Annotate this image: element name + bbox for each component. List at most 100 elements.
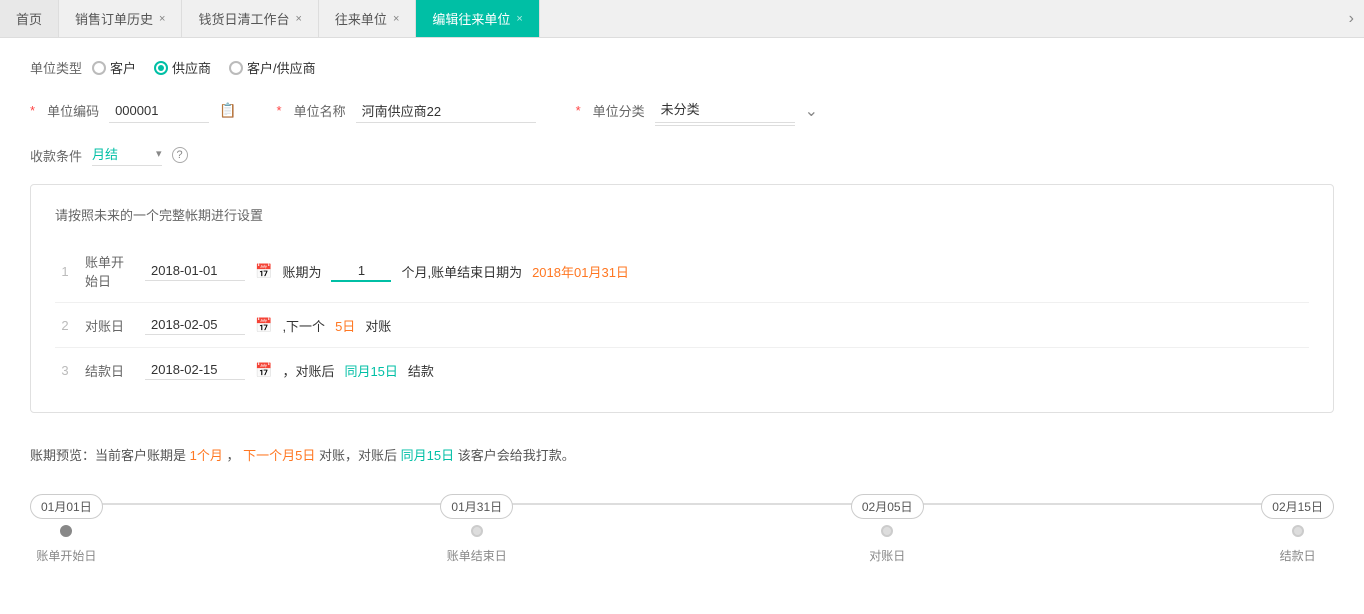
setting-row-3: 3 结款日 📅 ，对账后 同月15日 结款 (55, 348, 1309, 392)
radio-customer-circle (92, 61, 106, 75)
preview-part1-sep: ， (227, 448, 240, 463)
radio-both-label: 客户/供应商 (247, 58, 316, 77)
row-1-suffix: 账期为 (282, 262, 321, 281)
tab-sales-label: 销售订单历史 (75, 9, 153, 28)
preview-section: 账期预览：当前客户账期是 1个月 ， 下一个月5日 对账，对账后 同月15日 该… (30, 429, 1334, 594)
timeline-point-3: 02月15日 结款日 (1261, 494, 1334, 564)
preview-part3: 同月15日 (401, 448, 454, 463)
row-3-name: 结款日 (85, 361, 135, 380)
row-2-highlight: 5日 (335, 316, 355, 335)
radio-both-circle (229, 61, 243, 75)
row-1-highlight: 2018年01月31日 (532, 262, 629, 281)
timeline-badge-3: 02月15日 (1261, 494, 1334, 519)
unit-category-dropdown-icon[interactable]: ⌄ (805, 101, 818, 121)
row-3-highlight: 同月15日 (344, 361, 397, 380)
timeline-badge-0: 01月01日 (30, 494, 103, 519)
timeline-point-0: 01月01日 账单开始日 (30, 494, 103, 564)
unit-type-row: 单位类型 客户 供应商 客户/供应商 (30, 58, 1334, 77)
payment-condition-row: 收款条件 月结 ▾ ? (30, 144, 1334, 166)
tab-cash-label: 钱货日清工作台 (198, 9, 289, 28)
row-3-num: 3 (55, 363, 75, 378)
timeline-point-1: 01月31日 账单结束日 (440, 494, 513, 564)
tab-edit-label: 编辑往来单位 (432, 9, 510, 28)
unit-code-star: * (30, 103, 35, 118)
timeline-dot-0 (60, 525, 72, 537)
row-1-name: 账单开始日 (85, 252, 135, 290)
preview-part3-sep: 该客户会给我打款。 (458, 448, 575, 463)
radio-supplier-label: 供应商 (172, 58, 211, 77)
unit-category-value: 未分类 (655, 95, 795, 123)
tab-home[interactable]: 首页 (0, 0, 59, 37)
timeline-badge-1: 01月31日 (440, 494, 513, 519)
row-2-num: 2 (55, 318, 75, 333)
tab-partner-close[interactable]: × (393, 13, 399, 25)
tab-cash-close[interactable]: × (295, 13, 301, 25)
preview-label: 账期预览：当前客户账期是 (30, 448, 186, 463)
radio-customer-label: 客户 (110, 58, 136, 77)
payment-condition-select[interactable]: 月结 ▾ (92, 144, 162, 166)
timeline-badge-2: 02月05日 (851, 494, 924, 519)
unit-name-star: * (277, 103, 282, 118)
tab-home-label: 首页 (16, 9, 42, 28)
row-2-cal-icon[interactable]: 📅 (255, 317, 272, 334)
row-3-cal-icon[interactable]: 📅 (255, 362, 272, 379)
unit-name-label: 单位名称 (294, 101, 346, 120)
preview-text: 账期预览：当前客户账期是 1个月 ， 下一个月5日 对账，对账后 同月15日 该… (30, 445, 1334, 464)
main-content: 单位类型 客户 供应商 客户/供应商 * 单位编码 📋 * 单位名称 * 单位分… (0, 38, 1364, 614)
tab-partner-units[interactable]: 往来单位 × (319, 0, 416, 37)
row-2-middle: 对账 (365, 316, 391, 335)
row-1-period-input[interactable] (331, 261, 391, 282)
row-1-cal-icon[interactable]: 📅 (255, 263, 272, 280)
tab-edit-close[interactable]: × (516, 13, 522, 25)
row-3-prefix: ，对账后 (282, 361, 334, 380)
timeline-label-1: 账单结束日 (447, 547, 507, 564)
unit-category-label: 单位分类 (593, 101, 645, 120)
tab-sales-order-history[interactable]: 销售订单历史 × (59, 0, 182, 37)
radio-supplier[interactable]: 供应商 (154, 58, 211, 77)
row-2-prefix: ,下一个 (282, 316, 325, 335)
setting-row-2: 2 对账日 📅 ,下一个 5日 对账 (55, 303, 1309, 348)
timeline-dot-2 (881, 525, 893, 537)
preview-part1: 1个月 (190, 448, 223, 463)
payment-condition-arrow: ▾ (156, 147, 162, 160)
payment-condition-value: 月结 (92, 144, 152, 163)
preview-part2: 下一个月5日 (243, 448, 315, 463)
row-2-name: 对账日 (85, 316, 135, 335)
unit-name-input[interactable] (356, 99, 536, 123)
radio-both[interactable]: 客户/供应商 (229, 58, 316, 77)
payment-condition-label: 收款条件 (30, 146, 82, 165)
row-1-num: 1 (55, 264, 75, 279)
unit-info-row: * 单位编码 📋 * 单位名称 * 单位分类 未分类 ⌄ (30, 95, 1334, 126)
timeline-dot-1 (471, 525, 483, 537)
unit-category-star: * (576, 103, 581, 118)
row-1-date-input[interactable] (145, 261, 245, 281)
timeline-label-3: 结款日 (1280, 547, 1316, 564)
preview-part2-sep: 对账，对账后 (319, 448, 397, 463)
setting-row-1: 1 账单开始日 📅 账期为 个月,账单结束日期为 2018年01月31日 (55, 240, 1309, 303)
tab-sales-close[interactable]: × (159, 13, 165, 25)
unit-code-input[interactable] (109, 99, 209, 123)
timeline-point-2: 02月05日 对账日 (851, 494, 924, 564)
setting-box: 请按照未来的一个完整帐期进行设置 1 账单开始日 📅 账期为 个月,账单结束日期… (30, 184, 1334, 413)
unit-code-label: 单位编码 (47, 101, 99, 120)
unit-type-radio-group: 客户 供应商 客户/供应商 (92, 58, 316, 77)
row-2-date-input[interactable] (145, 315, 245, 335)
tab-edit-partner[interactable]: 编辑往来单位 × (416, 0, 539, 37)
setting-title: 请按照未来的一个完整帐期进行设置 (55, 205, 1309, 224)
tab-cash-clearing[interactable]: 钱货日清工作台 × (182, 0, 318, 37)
timeline-points: 01月01日 账单开始日 01月31日 账单结束日 02月05日 对账日 02月… (30, 494, 1334, 564)
unit-code-icon[interactable]: 📋 (219, 102, 236, 119)
row-1-period-unit: 个月,账单结束日期为 (401, 262, 522, 281)
radio-customer[interactable]: 客户 (92, 58, 136, 77)
row-3-suffix: 结款 (408, 361, 434, 380)
radio-supplier-circle (154, 61, 168, 75)
timeline-label-2: 对账日 (869, 547, 905, 564)
tab-bar: 首页 销售订单历史 × 钱货日清工作台 × 往来单位 × 编辑往来单位 × › (0, 0, 1364, 38)
payment-help-icon[interactable]: ? (172, 147, 188, 163)
timeline: 01月01日 账单开始日 01月31日 账单结束日 02月05日 对账日 02月… (30, 484, 1334, 594)
row-3-date-input[interactable] (145, 360, 245, 380)
tab-overflow-chevron[interactable]: › (1339, 10, 1364, 28)
unit-type-label: 单位类型 (30, 58, 82, 77)
unit-category-select[interactable]: 未分类 (655, 95, 795, 126)
timeline-dot-3 (1292, 525, 1304, 537)
